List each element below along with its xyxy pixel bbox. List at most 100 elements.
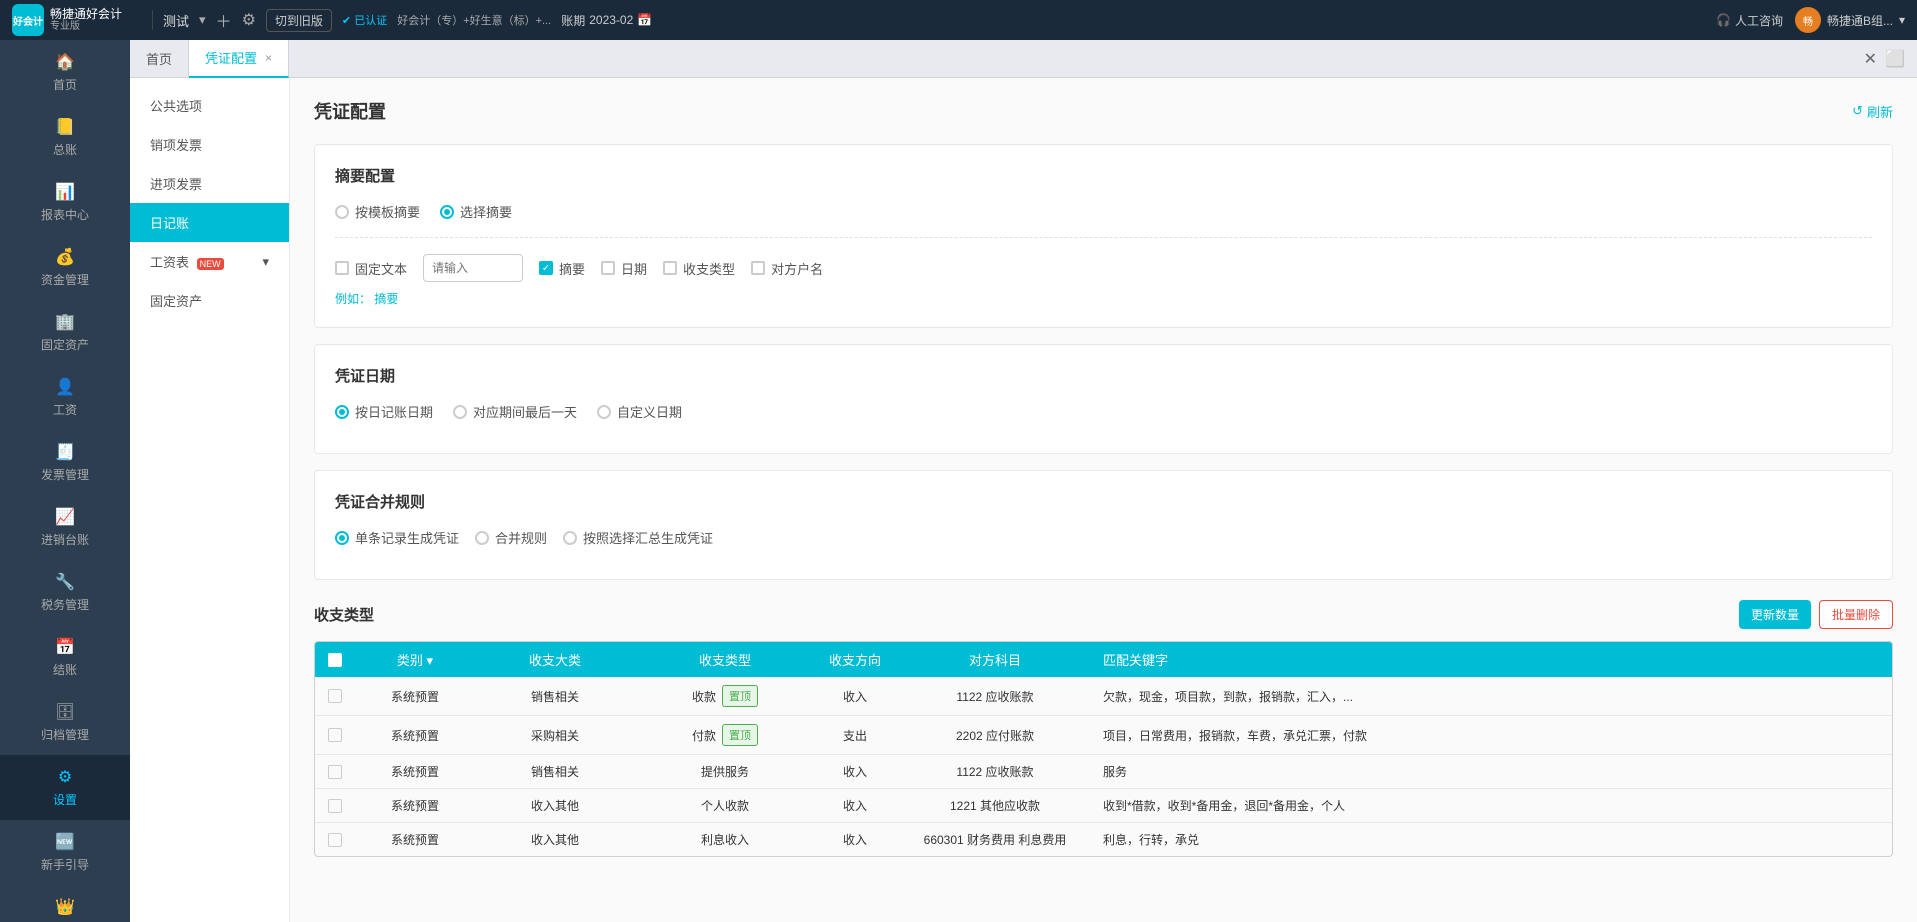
row-keyword: 欠款，现金，项目款，到款，报销款，汇入，... [1095, 677, 1892, 715]
left-nav-fixed-assets[interactable]: 固定资产 [130, 281, 289, 320]
left-nav-public[interactable]: 公共选项 [130, 86, 289, 125]
user-menu[interactable]: 畅 畅捷通B组... ▾ [1795, 7, 1905, 33]
checkbox-box [663, 261, 677, 275]
sidebar-item-label: 首页 [53, 76, 77, 93]
sidebar-item-settings[interactable]: ⚙ 设置 [0, 755, 130, 820]
sidebar-item-close-period[interactable]: 📅 结账 [0, 625, 130, 690]
sidebar-item-label: 新手引导 [41, 856, 89, 873]
left-nav-sales-invoice[interactable]: 销项发票 [130, 125, 289, 164]
income-expense-title: 收支类型 [314, 604, 374, 625]
sidebar: 🏠 首页 📒 总账 📊 报表中心 💰 资金管理 🏢 固定资产 👤 工资 🧾 发票… [0, 40, 130, 922]
headset-icon: 🎧 [1716, 13, 1731, 27]
col-type-header: 收支类型 [635, 642, 815, 677]
sidebar-item-assets[interactable]: 🏢 固定资产 [0, 300, 130, 365]
row-checkbox[interactable] [315, 677, 355, 715]
checkbox-counterpart[interactable]: 对方户名 [751, 259, 823, 278]
row-checkbox[interactable] [315, 755, 355, 788]
tab-voucher-config[interactable]: 凭证配置 × [189, 40, 289, 78]
date-radio-journal[interactable]: 按日记账日期 [335, 402, 433, 421]
row-big-type: 收入其他 [475, 789, 635, 822]
switch-version-button[interactable]: 切到旧版 [266, 9, 332, 32]
col-check-header[interactable] [315, 642, 355, 677]
summary-radio-select[interactable]: 选择摘要 [440, 202, 512, 221]
select-all-checkbox[interactable] [328, 653, 342, 667]
row-category: 系统预置 [355, 789, 475, 822]
topbar-settings-icon[interactable]: ⚙ [242, 10, 256, 30]
date-radio-custom[interactable]: 自定义日期 [597, 402, 682, 421]
company-dropdown-icon[interactable]: ▾ [199, 12, 206, 28]
sidebar-item-guide[interactable]: 🆕 新手引导 [0, 820, 130, 885]
row-type: 提供服务 [635, 755, 815, 788]
update-button[interactable]: 更新数量 [1739, 600, 1811, 629]
tab-close-window-button[interactable]: ✕ [1864, 49, 1877, 69]
row-big-type: 收入其他 [475, 823, 635, 856]
calendar-icon[interactable]: 📅 [637, 13, 652, 27]
tab-close-icon[interactable]: × [265, 51, 272, 65]
archive-icon: 🗄 [55, 702, 75, 722]
sidebar-item-label: 进销台账 [41, 531, 89, 548]
radio-circle [597, 405, 611, 419]
refresh-button[interactable]: ↺ 刷新 [1852, 102, 1893, 121]
tab-maximize-button[interactable]: ⬜ [1885, 49, 1905, 69]
page-content: 公共选项 销项发票 进项发票 日记账 工资表 NEW ▾ 固定资产 [130, 78, 1917, 922]
sidebar-item-reports[interactable]: 📊 报表中心 [0, 170, 130, 235]
left-nav-payroll[interactable]: 工资表 NEW ▾ [130, 242, 289, 281]
service-button[interactable]: 🎧 人工咨询 [1716, 12, 1783, 29]
merge-radio-rules[interactable]: 合并规则 [475, 528, 547, 547]
col-big-type-header: 收支大类 [475, 642, 635, 677]
user-dropdown-icon: ▾ [1899, 13, 1905, 27]
sidebar-item-funds[interactable]: 💰 资金管理 [0, 235, 130, 300]
left-nav-journal[interactable]: 日记账 [130, 203, 289, 242]
sidebar-item-label: 资金管理 [41, 271, 89, 288]
income-expense-table: 类别 ▾ 收支大类 收支类型 收支方向 [314, 641, 1893, 857]
sidebar-item-label: 结账 [53, 661, 77, 678]
row-type: 收款 置顶 [635, 677, 815, 715]
batch-delete-button[interactable]: 批量删除 [1819, 600, 1893, 629]
top-tag: 置顶 [722, 724, 758, 746]
summary-radio-template[interactable]: 按模板摘要 [335, 202, 420, 221]
sidebar-item-home[interactable]: 🏠 首页 [0, 40, 130, 105]
topbar-separator [152, 10, 153, 30]
income-expense-header: 收支类型 更新数量 批量删除 [314, 600, 1893, 629]
checkbox-fixed-text[interactable]: 固定文本 [335, 259, 407, 278]
date-radio-period-last[interactable]: 对应期间最后一天 [453, 402, 577, 421]
row-checkbox[interactable] [315, 823, 355, 856]
sidebar-item-archive[interactable]: 🗄 归档管理 [0, 690, 130, 755]
chevron-down-icon: ▾ [262, 254, 269, 270]
sidebar-item-label: 报表中心 [41, 206, 89, 223]
checkbox-box [601, 261, 615, 275]
merge-radio-summary[interactable]: 按照选择汇总生成凭证 [563, 528, 713, 547]
row-checkbox[interactable] [315, 716, 355, 754]
row-direction: 收入 [815, 789, 895, 822]
left-nav-purchase-invoice[interactable]: 进项发票 [130, 164, 289, 203]
period-info: 账期 2023-02 📅 [561, 12, 652, 29]
checkbox-date[interactable]: 日期 [601, 259, 647, 278]
radio-circle [475, 531, 489, 545]
row-subject: 1122 应收账款 [895, 677, 1095, 715]
sidebar-item-membership[interactable]: 👑 畅会员 [0, 885, 130, 922]
radio-circle-checked [335, 531, 349, 545]
row-checkbox[interactable] [315, 789, 355, 822]
checkbox-summary[interactable]: 摘要 [539, 259, 585, 278]
tab-home[interactable]: 首页 [130, 40, 189, 78]
refresh-icon: ↺ [1852, 103, 1863, 119]
merge-radio-single[interactable]: 单条记录生成凭证 [335, 528, 459, 547]
row-subject: 1122 应收账款 [895, 755, 1095, 788]
sidebar-item-payroll[interactable]: 👤 工资 [0, 365, 130, 430]
sidebar-item-ledger[interactable]: 📒 总账 [0, 105, 130, 170]
fixed-text-input[interactable] [423, 254, 523, 282]
left-nav: 公共选项 销项发票 进项发票 日记账 工资表 NEW ▾ 固定资产 [130, 78, 290, 922]
sidebar-item-label: 固定资产 [41, 336, 89, 353]
row-category: 系统预置 [355, 677, 475, 715]
sidebar-item-purchase-sales[interactable]: 📈 进销台账 [0, 495, 130, 560]
sidebar-item-label: 设置 [53, 791, 77, 808]
sidebar-item-invoices[interactable]: 🧾 发票管理 [0, 430, 130, 495]
sidebar-item-tax[interactable]: 🔧 税务管理 [0, 560, 130, 625]
merge-rules-section: 凭证合并规则 单条记录生成凭证 合并规则 按照选择汇总生成凭证 [314, 470, 1893, 580]
merge-rules-radio-group: 单条记录生成凭证 合并规则 按照选择汇总生成凭证 [335, 528, 1872, 547]
topbar-add-icon[interactable]: ＋ [216, 8, 232, 32]
tab-voucher-config-label: 凭证配置 [205, 48, 257, 67]
ledger-icon: 📒 [55, 117, 75, 137]
radio-circle [335, 205, 349, 219]
checkbox-income-type[interactable]: 收支类型 [663, 259, 735, 278]
